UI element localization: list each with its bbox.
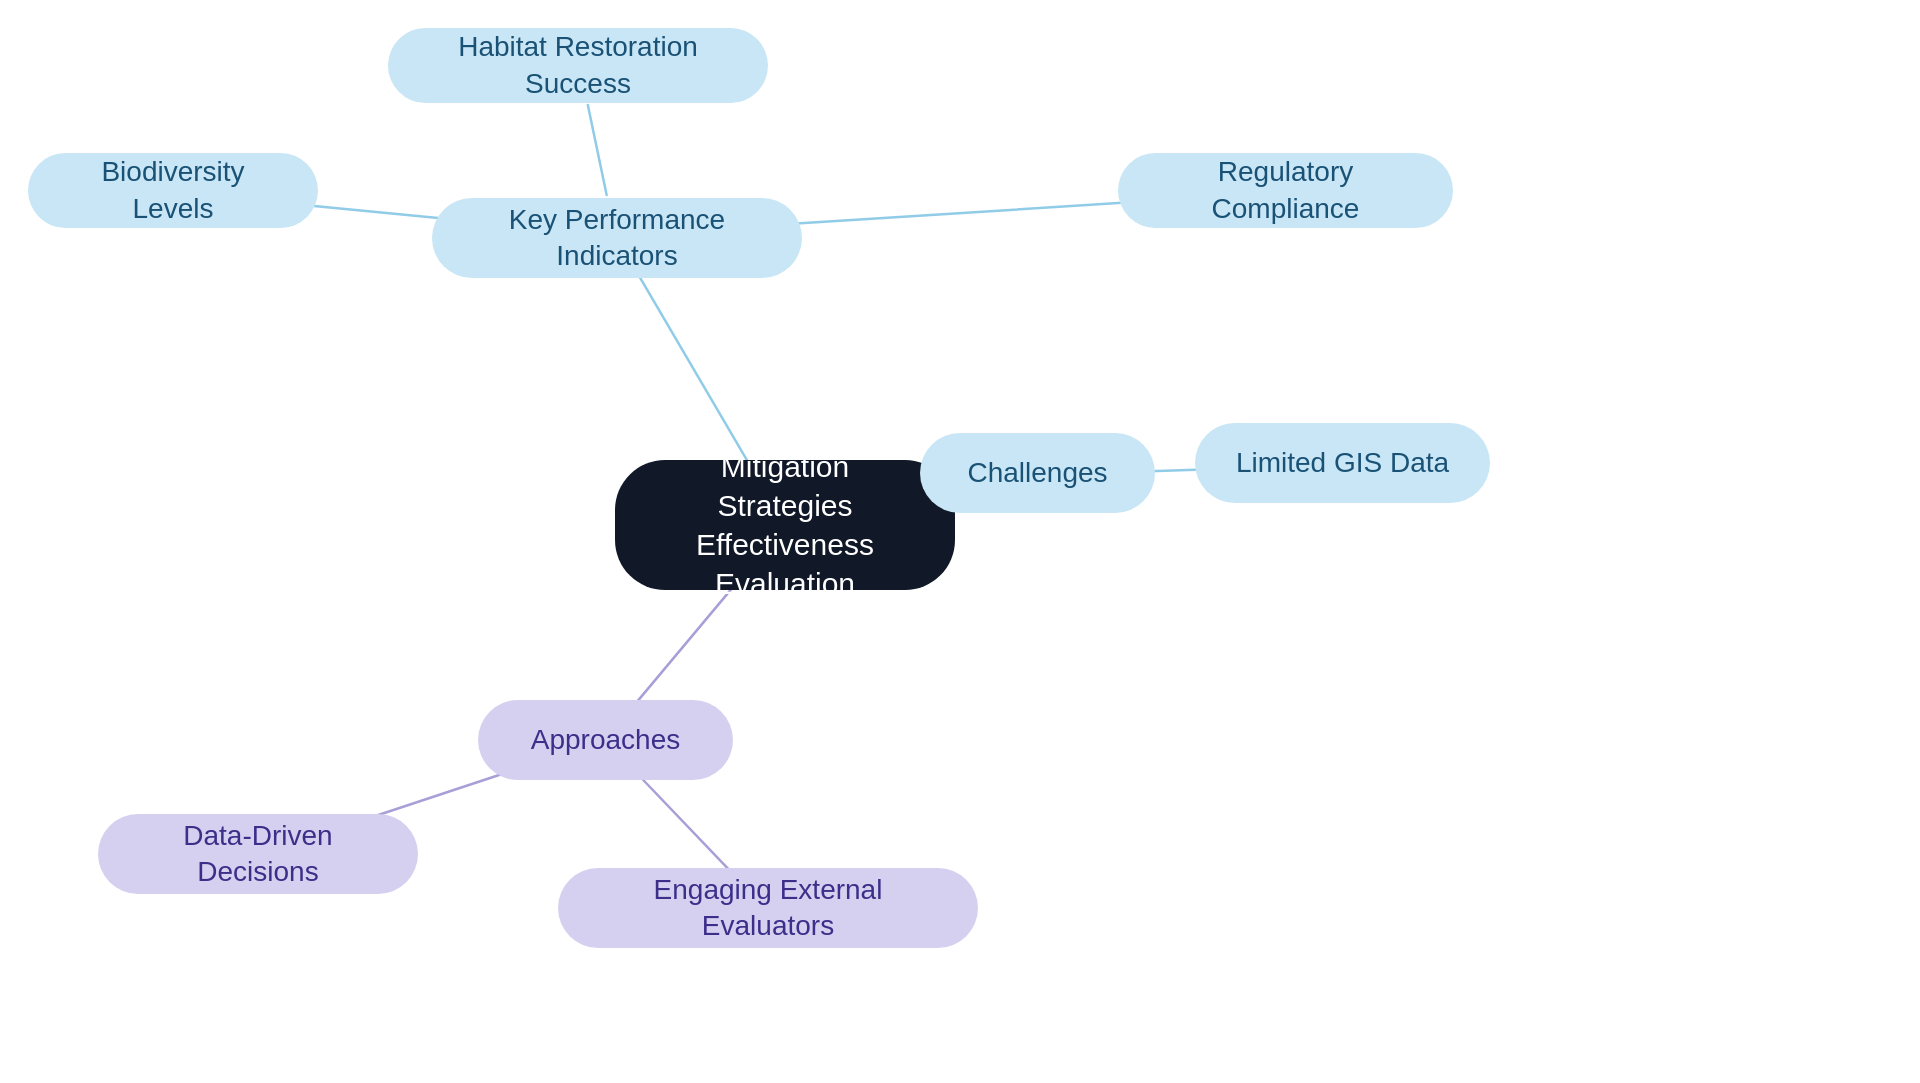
- engaging-ext-label: Engaging External Evaluators: [594, 872, 942, 945]
- data-driven-label: Data-Driven Decisions: [134, 818, 382, 891]
- approaches-node: Approaches: [478, 700, 733, 780]
- challenges-node: Challenges: [920, 433, 1155, 513]
- svg-line-3: [793, 203, 1127, 224]
- svg-line-6: [637, 587, 733, 701]
- biodiversity-label: Biodiversity Levels: [64, 154, 282, 227]
- regulatory-label: Regulatory Compliance: [1154, 154, 1417, 227]
- svg-line-8: [642, 778, 730, 870]
- limited-gis-label: Limited GIS Data: [1236, 445, 1449, 481]
- limited-gis-node: Limited GIS Data: [1195, 423, 1490, 503]
- biodiversity-node: Biodiversity Levels: [28, 153, 318, 228]
- central-label: Mitigation Strategies Effectiveness Eval…: [651, 447, 919, 603]
- regulatory-node: Regulatory Compliance: [1118, 153, 1453, 228]
- engaging-ext-node: Engaging External Evaluators: [558, 868, 978, 948]
- habitat-node: Habitat Restoration Success: [388, 28, 768, 103]
- data-driven-node: Data-Driven Decisions: [98, 814, 418, 894]
- challenges-label: Challenges: [967, 455, 1107, 491]
- svg-line-1: [588, 105, 607, 195]
- svg-line-0: [638, 275, 748, 462]
- svg-line-2: [306, 205, 446, 218]
- approaches-label: Approaches: [531, 722, 680, 758]
- svg-line-5: [1149, 470, 1196, 472]
- habitat-label: Habitat Restoration Success: [424, 29, 732, 102]
- central-node: Mitigation Strategies Effectiveness Eval…: [615, 460, 955, 590]
- kpi-node: Key Performance Indicators: [432, 198, 802, 278]
- kpi-label: Key Performance Indicators: [468, 202, 766, 275]
